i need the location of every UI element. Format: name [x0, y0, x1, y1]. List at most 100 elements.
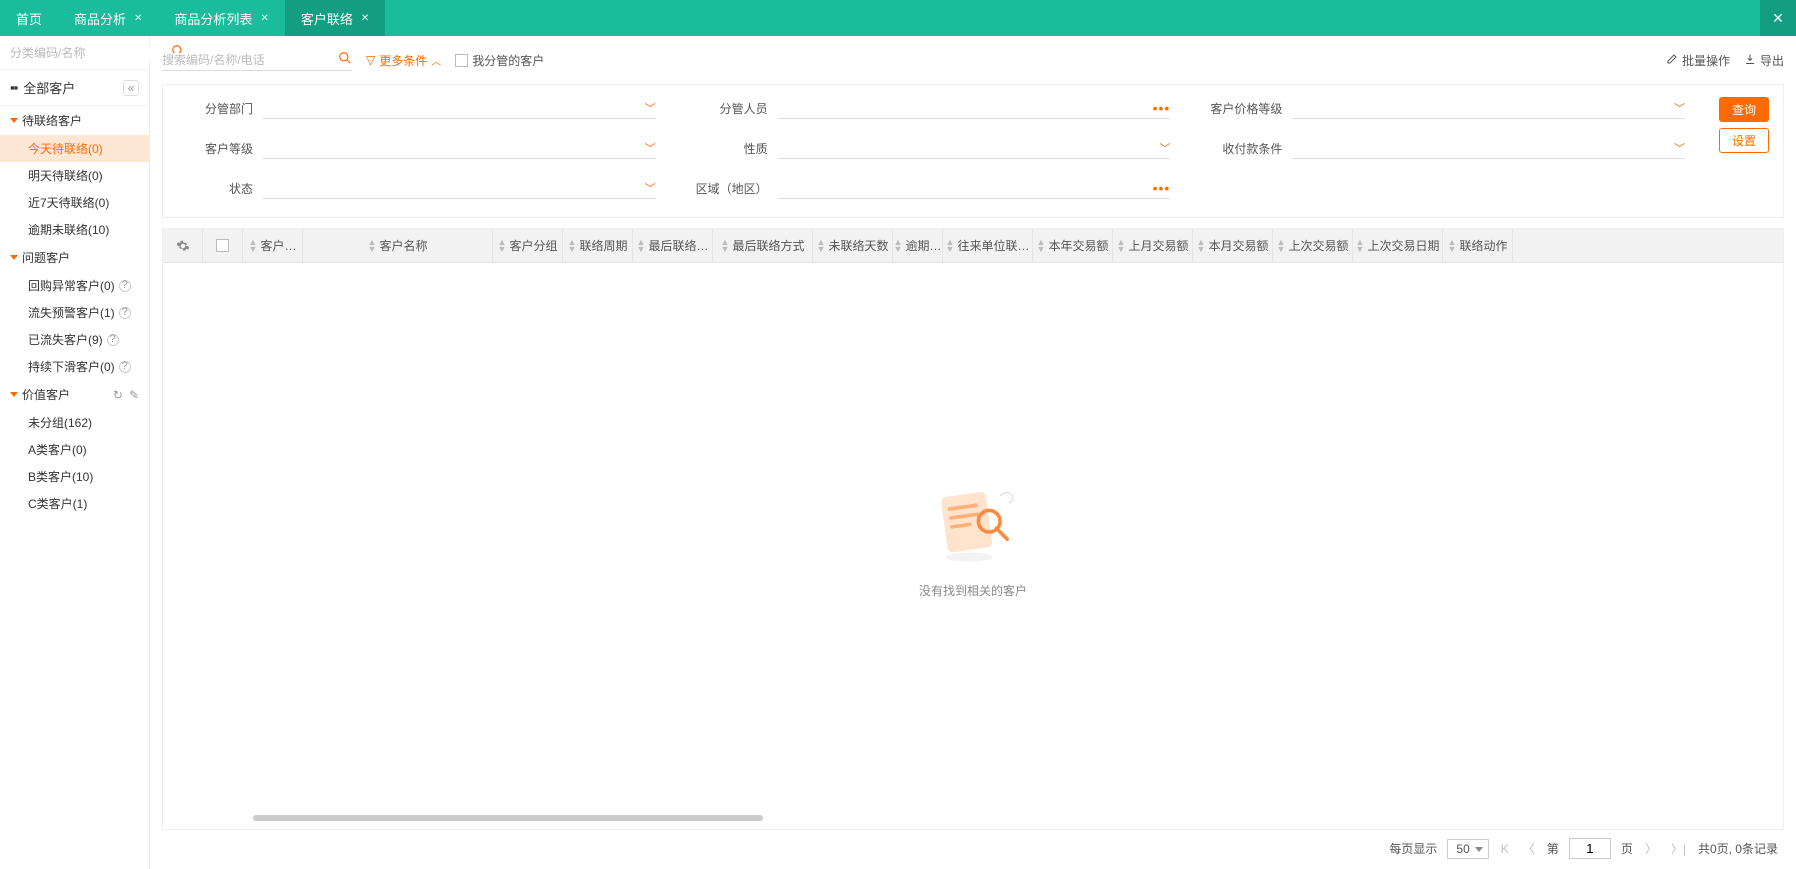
my-customers-checkbox[interactable] [455, 54, 468, 67]
edit-icon [1666, 53, 1678, 68]
column-header[interactable]: ▲▼本月交易额 [1193, 229, 1273, 262]
filter-price-level-input[interactable]: ﹀ [1292, 97, 1685, 119]
last-page-button[interactable]: 〉| [1669, 840, 1688, 857]
tab-customer-contact[interactable]: 客户联络✕ [285, 0, 385, 36]
tab-label: 首页 [16, 9, 42, 28]
next-page-button[interactable]: 〉 [1643, 840, 1659, 857]
sidebar-item[interactable]: 未分组(162) [0, 409, 149, 436]
column-header[interactable]: ▲▼上次交易日期 [1353, 229, 1443, 262]
column-header[interactable]: ▲▼联络周期 [563, 229, 633, 262]
column-header[interactable]: ▲▼未联络天数 [813, 229, 893, 262]
query-button[interactable]: 查询 [1719, 97, 1769, 122]
sidebar-item[interactable]: 回购异常客户(0)? [0, 272, 149, 299]
sort-icon: ▲▼ [498, 239, 507, 253]
select-all-checkbox[interactable] [203, 229, 243, 262]
page-summary: 共0页, 0条记录 [1698, 840, 1778, 857]
column-header[interactable]: ▲▼上月交易额 [1113, 229, 1193, 262]
batch-ops-button[interactable]: 批量操作 [1666, 52, 1730, 69]
filter-panel: 分管部门﹀ 分管人员••• 客户价格等级﹀ 客户等级﹀ 性质﹀ 收付款条件﹀ 状… [162, 84, 1784, 218]
page-input[interactable] [1569, 838, 1611, 859]
filter-label: 性质 [696, 140, 768, 157]
edit-icon[interactable]: ✎ [129, 388, 139, 402]
filter-payment-input[interactable]: ﹀ [1292, 137, 1685, 159]
tab-product-analysis[interactable]: 商品分析✕ [58, 0, 158, 36]
help-icon[interactable]: ? [119, 280, 131, 292]
chevron-down-icon: ﹀ [1674, 140, 1685, 156]
column-label: 上月交易额 [1128, 237, 1188, 254]
column-label: 联络动作 [1459, 237, 1507, 254]
close-all-tabs-button[interactable]: ✕ [1760, 0, 1796, 36]
column-header[interactable]: ▲▼最后联络方式 [713, 229, 813, 262]
column-header[interactable]: ▲▼逾期… [893, 229, 943, 262]
sidebar-item[interactable]: A类客户(0) [0, 436, 149, 463]
close-icon[interactable]: ✕ [260, 13, 268, 24]
filter-person-input[interactable]: ••• [778, 97, 1171, 119]
sidebar-item[interactable]: B类客户(10) [0, 463, 149, 490]
sidebar-section-title[interactable]: 待联络客户 [0, 106, 149, 135]
column-header[interactable]: ▲▼客户分组 [493, 229, 563, 262]
sidebar-item[interactable]: 今天待联络(0) [0, 135, 149, 162]
filter-dept-input[interactable]: ﹀ [263, 97, 656, 119]
close-icon[interactable]: ✕ [361, 13, 369, 24]
filter-label: 分管部门 [181, 100, 253, 117]
column-header[interactable]: ▲▼最后联络… [633, 229, 713, 262]
column-label: 本年交易额 [1048, 237, 1108, 254]
settings-button[interactable]: 设置 [1719, 128, 1769, 153]
sidebar-item-label: 近7天待联络(0) [28, 194, 109, 211]
search-icon[interactable] [338, 51, 352, 68]
column-header[interactable]: ▲▼上次交易额 [1273, 229, 1353, 262]
sidebar-item[interactable]: 流失预警客户(1)? [0, 299, 149, 326]
sidebar-section-title[interactable]: 问题客户 [0, 243, 149, 272]
my-customers-label: 我分管的客户 [472, 52, 544, 69]
sidebar-search-input[interactable] [10, 46, 165, 60]
sort-icon: ▲▼ [368, 239, 377, 253]
sidebar-item[interactable]: 逾期未联络(10) [0, 216, 149, 243]
collapse-sidebar-icon[interactable]: « [123, 80, 139, 96]
more-conditions-toggle[interactable]: ▽ 更多条件 ︿ [366, 52, 441, 69]
search-input[interactable] [162, 53, 338, 67]
sidebar-item[interactable]: 已流失客户(9)? [0, 326, 149, 353]
caret-down-icon [10, 118, 18, 123]
horizontal-scrollbar[interactable] [163, 813, 1783, 823]
column-header[interactable]: ▲▼往来单位联… [943, 229, 1033, 262]
column-header[interactable]: ▲▼客户名称 [303, 229, 493, 262]
sort-icon: ▲▼ [249, 239, 258, 253]
tab-product-analysis-list[interactable]: 商品分析列表✕ [158, 0, 284, 36]
per-page-label: 每页显示 [1389, 840, 1437, 857]
sidebar-item-label: B类客户(10) [28, 468, 93, 485]
sidebar-item[interactable]: 持续下滑客户(0)? [0, 353, 149, 380]
sidebar-item[interactable]: 明天待联络(0) [0, 162, 149, 189]
column-header[interactable]: ▲▼联络动作 [1443, 229, 1513, 262]
sidebar-section-title[interactable]: 价值客户↻✎ [0, 380, 149, 409]
filter-label: 状态 [181, 180, 253, 197]
sidebar-item-label: A类客户(0) [28, 441, 87, 458]
all-customers-label[interactable]: 全部客户 [23, 78, 75, 97]
sort-icon: ▲▼ [894, 239, 903, 253]
column-settings-button[interactable] [163, 229, 203, 262]
export-button[interactable]: 导出 [1744, 52, 1784, 69]
per-page-select[interactable]: 50 [1447, 839, 1488, 859]
close-icon[interactable]: ✕ [134, 13, 142, 24]
first-page-button[interactable]: K [1499, 842, 1511, 856]
chevron-down-icon: ﹀ [645, 140, 656, 156]
sidebar-item[interactable]: 近7天待联络(0) [0, 189, 149, 216]
filter-region-input[interactable]: ••• [778, 177, 1171, 199]
sort-icon: ▲▼ [946, 239, 955, 253]
sort-icon: ▲▼ [1037, 239, 1046, 253]
column-header[interactable]: ▲▼本年交易额 [1033, 229, 1113, 262]
sidebar-item[interactable]: C类客户(1) [0, 490, 149, 517]
help-icon[interactable]: ? [119, 307, 131, 319]
filter-customer-level-input[interactable]: ﹀ [263, 137, 656, 159]
ellipsis-icon: ••• [1153, 180, 1171, 196]
filter-status-input[interactable]: ﹀ [263, 177, 656, 199]
help-icon[interactable]: ? [119, 361, 131, 373]
tab-home[interactable]: 首页 [0, 0, 58, 36]
filter-nature-input[interactable]: ﹀ [778, 137, 1171, 159]
refresh-icon[interactable]: ↻ [113, 388, 123, 402]
column-header[interactable]: ▲▼客户… [243, 229, 303, 262]
sidebar-item-label: 今天待联络(0) [28, 140, 103, 157]
empty-state: 没有找到相关的客户 [163, 263, 1783, 813]
column-label: 联络周期 [579, 237, 627, 254]
prev-page-button[interactable]: 〈 [1521, 840, 1537, 857]
help-icon[interactable]: ? [107, 334, 119, 346]
